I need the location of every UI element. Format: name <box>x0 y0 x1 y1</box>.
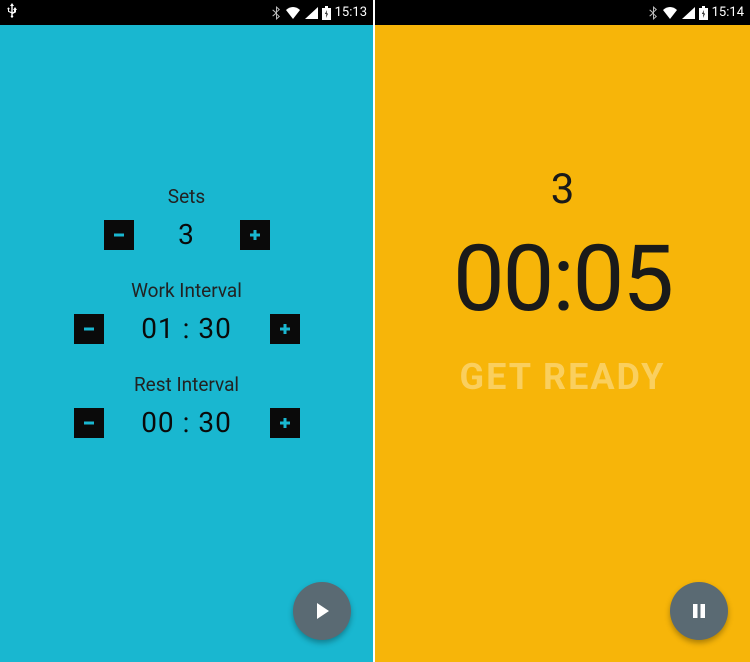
bluetooth-icon <box>648 6 658 20</box>
sets-decrement-button[interactable] <box>104 220 134 250</box>
sets-label: Sets <box>104 185 270 208</box>
rest-interval-value: 00 : 30 <box>132 406 242 439</box>
usb-icon <box>6 3 18 23</box>
rest-decrement-button[interactable] <box>74 408 104 438</box>
sets-group: Sets 3 <box>104 185 270 251</box>
status-time: 15:14 <box>712 5 744 20</box>
plus-icon <box>277 321 293 337</box>
rest-interval-label: Rest Interval <box>74 373 300 396</box>
battery-icon <box>322 6 331 20</box>
status-bar: 15:13 <box>0 0 373 25</box>
countdown-content: 3 00:05 GET READY <box>375 25 750 662</box>
play-icon <box>311 600 333 622</box>
minus-icon <box>111 227 127 243</box>
signal-icon <box>682 7 695 19</box>
pause-button[interactable] <box>670 582 728 640</box>
signal-icon <box>305 7 318 19</box>
status-time: 15:13 <box>335 5 367 20</box>
play-button[interactable] <box>293 582 351 640</box>
bluetooth-icon <box>271 6 281 20</box>
plus-icon <box>247 227 263 243</box>
sets-value: 3 <box>162 218 212 251</box>
work-interval-label: Work Interval <box>74 279 300 302</box>
work-decrement-button[interactable] <box>74 314 104 344</box>
minus-icon <box>81 415 97 431</box>
settings-content: Sets 3 Work Interval 01 : <box>0 25 373 662</box>
countdown-screen: 15:14 3 00:05 GET READY <box>375 0 750 662</box>
minus-icon <box>81 321 97 337</box>
wifi-icon <box>662 7 678 19</box>
rest-increment-button[interactable] <box>270 408 300 438</box>
sets-increment-button[interactable] <box>240 220 270 250</box>
sets-remaining: 3 <box>551 165 575 214</box>
work-interval-group: Work Interval 01 : 30 <box>74 279 300 345</box>
status-bar: 15:14 <box>375 0 750 25</box>
pause-icon <box>689 601 709 621</box>
settings-screen: 15:13 Sets 3 Work Interval <box>0 0 375 662</box>
work-increment-button[interactable] <box>270 314 300 344</box>
wifi-icon <box>285 7 301 19</box>
plus-icon <box>277 415 293 431</box>
work-interval-value: 01 : 30 <box>132 312 242 345</box>
rest-interval-group: Rest Interval 00 : 30 <box>74 373 300 439</box>
battery-icon <box>699 6 708 20</box>
countdown-status-text: GET READY <box>460 356 666 398</box>
countdown-timer: 00:05 <box>453 234 672 326</box>
